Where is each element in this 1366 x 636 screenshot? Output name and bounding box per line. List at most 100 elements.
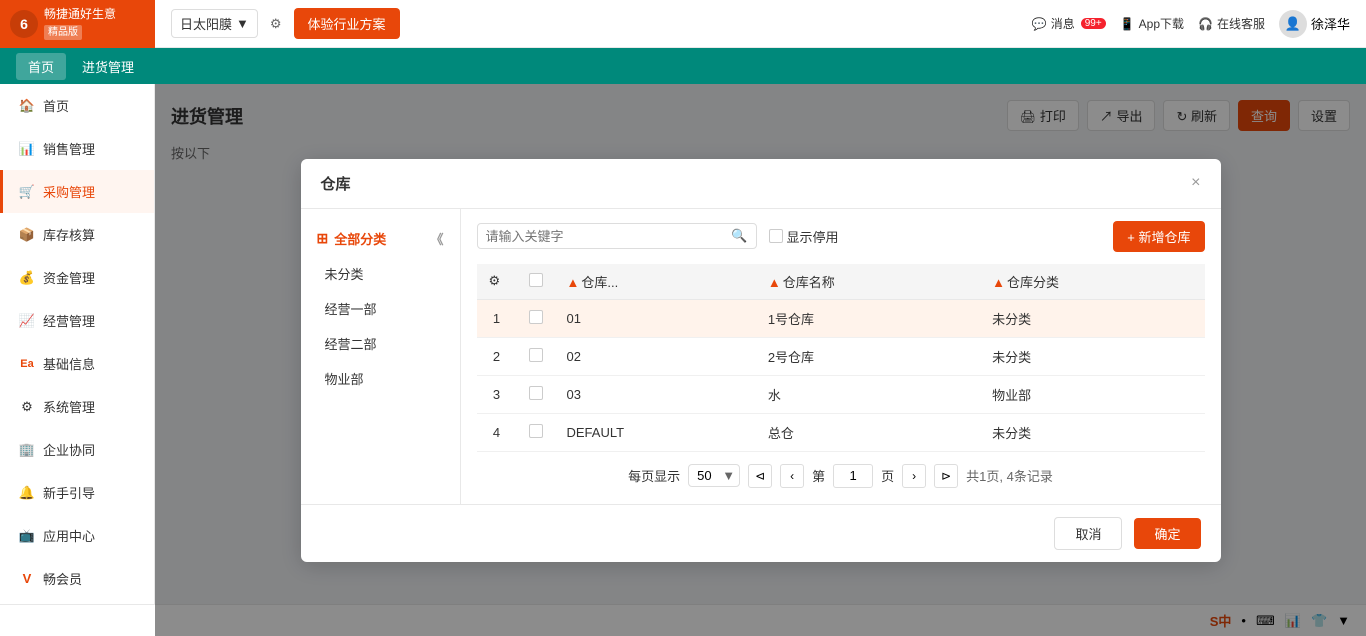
cat-collapse-btn[interactable]: 《: [430, 229, 443, 248]
row-category: 未分类: [980, 413, 1204, 451]
sidebar-item-sales[interactable]: 📊 销售管理: [0, 127, 154, 170]
per-page-label: 每页显示: [628, 466, 680, 485]
nav-service[interactable]: 🎧 在线客服: [1198, 15, 1265, 32]
try-btn[interactable]: 体验行业方案: [294, 8, 400, 39]
basic-icon: Ea: [19, 356, 35, 372]
modal-close-btn[interactable]: ×: [1191, 174, 1200, 192]
sidebar-item-apps[interactable]: 📺 应用中心: [0, 514, 154, 557]
sales-icon: 📊: [19, 141, 35, 157]
table-row[interactable]: 3 03 水 物业部: [477, 375, 1205, 413]
sidebar-item-guide[interactable]: 🔔 新手引导: [0, 471, 154, 514]
row-num: 4: [477, 413, 517, 451]
search-icon[interactable]: 🔍: [731, 228, 747, 244]
settings-icon[interactable]: ⚙: [266, 12, 286, 36]
row-check[interactable]: [517, 375, 555, 413]
page-number-input[interactable]: [833, 464, 873, 488]
table-header-row: ⚙ ▲仓库... ▲仓库名称 ▲仓库分类: [477, 264, 1205, 300]
th-code: ▲仓库...: [555, 264, 756, 300]
add-warehouse-btn[interactable]: + 新增仓库: [1113, 221, 1204, 252]
table-row[interactable]: 4 DEFAULT 总仓 未分类: [477, 413, 1205, 451]
cancel-button[interactable]: 取消: [1054, 517, 1122, 550]
table-panel: 🔍 显示停用 + 新增仓库: [461, 209, 1221, 504]
cat-item-property[interactable]: 物业部: [301, 361, 460, 396]
sub-nav-home[interactable]: 首页: [16, 53, 66, 80]
table-toolbar: 🔍 显示停用 + 新增仓库: [477, 221, 1205, 252]
operation-icon: 📈: [19, 313, 35, 329]
guide-icon: 🔔: [19, 485, 35, 501]
row-code: DEFAULT: [555, 413, 756, 451]
inventory-icon: 📦: [19, 227, 35, 243]
home-icon: 🏠: [19, 98, 35, 114]
sidebar-item-finance[interactable]: 💰 资金管理: [0, 256, 154, 299]
sub-nav-purchase[interactable]: 进货管理: [70, 53, 146, 80]
row-name: 水: [756, 375, 980, 413]
nav-app[interactable]: 📱 App下载: [1120, 15, 1184, 32]
row-check[interactable]: [517, 413, 555, 451]
main-layout: 🏠 首页 📊 销售管理 🛒 采购管理 📦 库存核算 💰 资金管理 📈 经营管理 …: [0, 84, 1366, 636]
top-nav: 6 畅捷通好生意 精品版 日太阳膜 ▼ ⚙ 体验行业方案 💬 消息 99+ 📱 …: [0, 0, 1366, 48]
row-name: 总仓: [756, 413, 980, 451]
row-num: 3: [477, 375, 517, 413]
search-input[interactable]: [486, 229, 726, 244]
cat-item-dept1[interactable]: 经营一部: [301, 291, 460, 326]
cat-item-unclassified[interactable]: 未分类: [301, 256, 460, 291]
cat-item-dept2[interactable]: 经营二部: [301, 326, 460, 361]
table-row[interactable]: 2 02 2号仓库 未分类: [477, 337, 1205, 375]
nav-message[interactable]: 💬 消息 99+: [1032, 15, 1106, 32]
page-size-select[interactable]: 50 10 20 100: [688, 464, 740, 487]
confirm-button[interactable]: 确定: [1134, 518, 1200, 549]
row-category: 物业部: [980, 375, 1204, 413]
sidebar-item-home[interactable]: 🏠 首页: [0, 84, 154, 127]
cat-all-header[interactable]: ⊞ 全部分类 《: [301, 221, 460, 256]
sidebar-item-enterprise[interactable]: 🏢 企业协同: [0, 428, 154, 471]
show-disabled-label[interactable]: 显示停用: [769, 227, 839, 246]
row-name: 2号仓库: [756, 337, 980, 375]
row-category: 未分类: [980, 337, 1204, 375]
table-row[interactable]: 1 01 1号仓库 未分类: [477, 299, 1205, 337]
show-disabled-checkbox[interactable]: [769, 229, 783, 243]
row-code: 03: [555, 375, 756, 413]
page-last-btn[interactable]: ⊳: [934, 464, 958, 488]
table-container: ⚙ ▲仓库... ▲仓库名称 ▲仓库分类: [477, 264, 1205, 452]
store-select[interactable]: 日太阳膜 ▼: [171, 9, 258, 38]
modal-footer: 取消 确定: [301, 504, 1221, 562]
warehouse-table: ⚙ ▲仓库... ▲仓库名称 ▲仓库分类: [477, 264, 1205, 452]
table-head: ⚙ ▲仓库... ▲仓库名称 ▲仓库分类: [477, 264, 1205, 300]
page-suffix: 页: [881, 466, 894, 485]
logo-icon: 6: [10, 10, 38, 38]
row-num: 2: [477, 337, 517, 375]
content-area: 进货管理 🖨 打印 ↗ 导出 ↻ 刷新 查询 设置 按以下 仓库 ×: [155, 84, 1366, 636]
page-prev-btn[interactable]: ‹: [780, 464, 804, 488]
apps-icon: 📺: [19, 528, 35, 544]
modal-header: 仓库 ×: [301, 159, 1221, 209]
row-num: 1: [477, 299, 517, 337]
sidebar-item-system[interactable]: ⚙ 系统管理: [0, 385, 154, 428]
user-info[interactable]: 👤 徐泽华: [1279, 10, 1350, 38]
row-category: 未分类: [980, 299, 1204, 337]
sort-code-icon: ▲: [567, 275, 580, 290]
sort-name-icon: ▲: [768, 275, 781, 290]
page-next-btn[interactable]: ›: [902, 464, 926, 488]
row-code: 01: [555, 299, 756, 337]
category-panel: ⊞ 全部分类 《 未分类 经营一部 经营二部 物业部: [301, 209, 461, 504]
logo-text: 畅捷通好生意 精品版: [44, 7, 116, 40]
sidebar-item-member[interactable]: V 畅会员: [0, 557, 154, 600]
row-check[interactable]: [517, 299, 555, 337]
page-first-btn[interactable]: ⊲: [748, 464, 772, 488]
sidebar-item-purchase[interactable]: 🛒 采购管理: [0, 170, 154, 213]
table-body: 1 01 1号仓库 未分类 2 02: [477, 299, 1205, 451]
cat-grid-icon: ⊞: [317, 230, 329, 247]
page-label: 第: [812, 466, 825, 485]
finance-icon: 💰: [19, 270, 35, 286]
sidebar-item-basic[interactable]: Ea 基础信息: [0, 342, 154, 385]
row-code: 02: [555, 337, 756, 375]
sidebar-item-inventory[interactable]: 📦 库存核算: [0, 213, 154, 256]
warehouse-modal: 仓库 × ⊞ 全部分类 《 未分类 经营一部 经营二部: [301, 159, 1221, 562]
page-total: 共1页, 4条记录: [966, 466, 1053, 485]
row-check[interactable]: [517, 337, 555, 375]
select-all-checkbox[interactable]: [529, 273, 543, 287]
th-category: ▲仓库分类: [980, 264, 1204, 300]
modal-overlay[interactable]: 仓库 × ⊞ 全部分类 《 未分类 经营一部 经营二部: [155, 84, 1366, 636]
sidebar-item-operation[interactable]: 📈 经营管理: [0, 299, 154, 342]
row-name: 1号仓库: [756, 299, 980, 337]
